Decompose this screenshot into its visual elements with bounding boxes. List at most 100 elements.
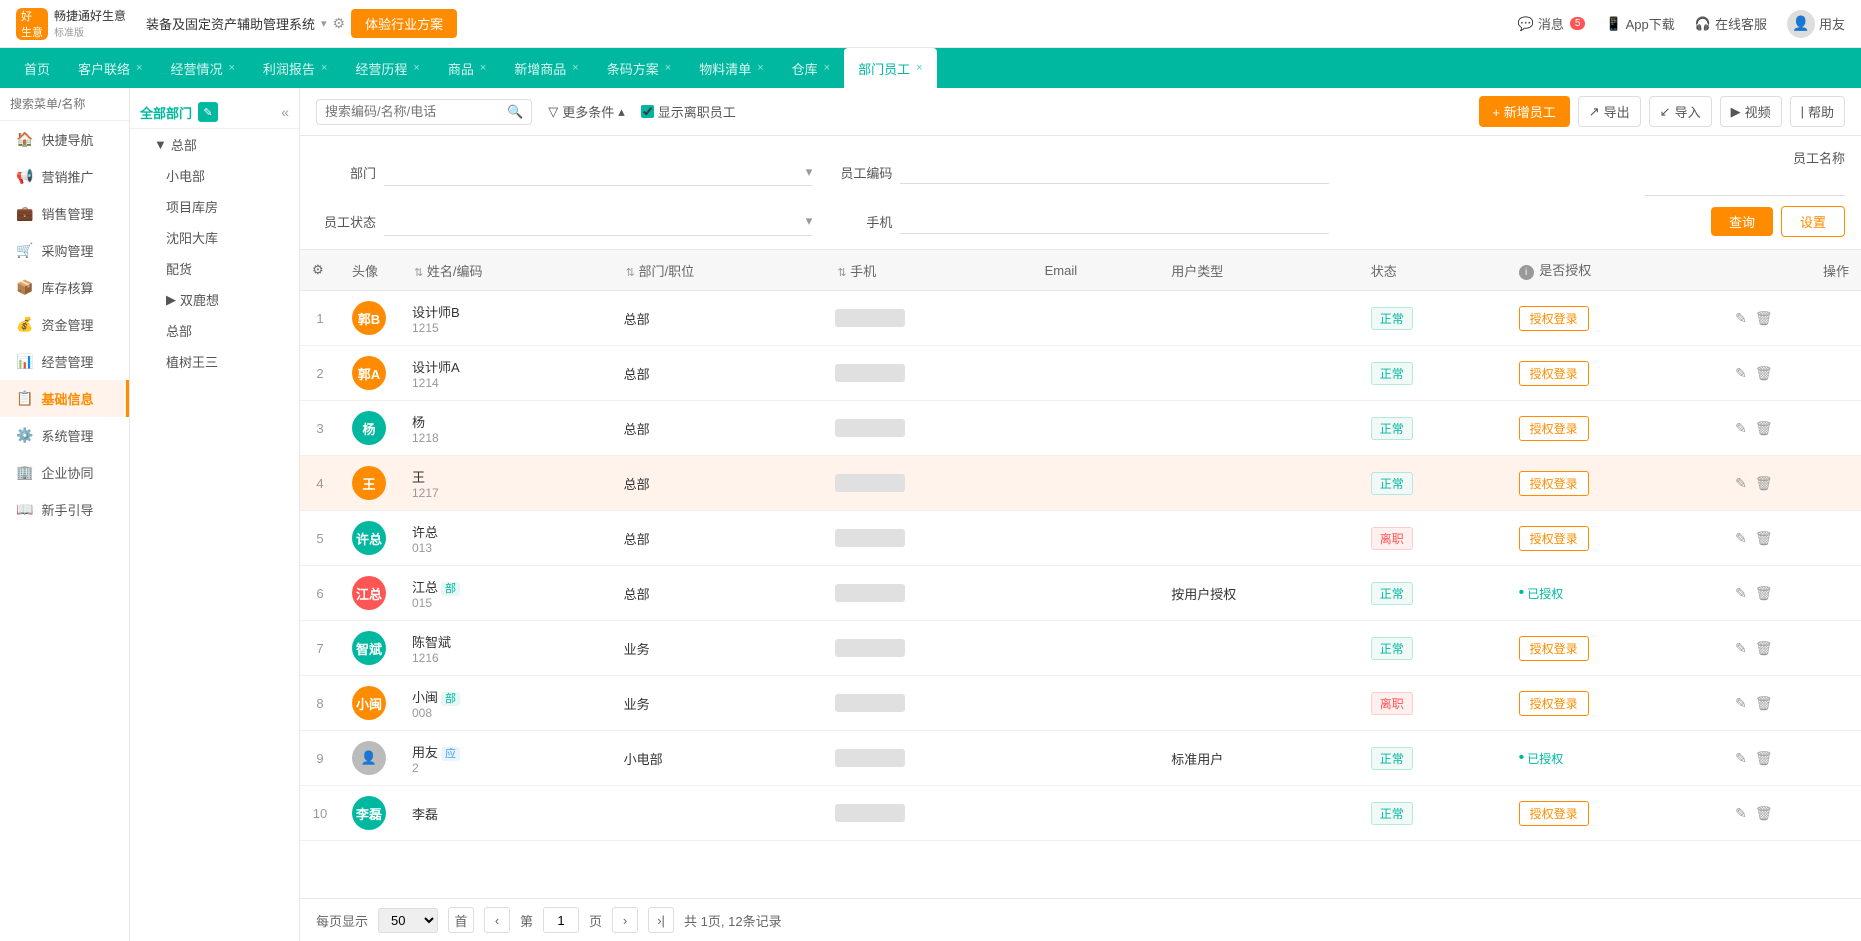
auth-button[interactable]: 授权登录 [1519,361,1589,386]
col-name[interactable]: ⇅ 姓名/编码 [400,250,612,291]
empcode-filter-input[interactable] [900,160,1328,184]
dept-dropdown-icon[interactable]: ▾ [806,164,813,180]
edit-icon[interactable]: ✎ [1735,640,1747,657]
tab-bom[interactable]: 物料清单× [685,48,777,88]
sidebar-item-finance[interactable]: 💰 资金管理 [0,306,129,343]
gear-icon[interactable]: ⚙ [333,15,346,32]
edit-icon[interactable]: ✎ [1735,695,1747,712]
page-size-select[interactable]: 50 100 200 [378,908,438,933]
auth-button[interactable]: 授权登录 [1519,526,1589,551]
sidebar-item-purchase[interactable]: 🛒 采购管理 [0,232,129,269]
user-item[interactable]: 👤 用友 [1787,10,1845,38]
settings-icon[interactable]: ⚙ [312,262,324,277]
close-icon[interactable]: × [665,62,671,74]
tab-home[interactable]: 首页 [10,48,64,88]
last-page-button[interactable]: ›| [648,907,674,933]
edit-icon[interactable]: ✎ [1735,420,1747,437]
delete-icon[interactable]: 🗑 [1755,365,1773,382]
more-button[interactable]: | 帮助 [1790,96,1845,127]
delete-icon[interactable]: 🗑 [1755,805,1773,822]
phone-filter-input[interactable] [900,210,1328,234]
delete-icon[interactable]: 🗑 [1755,530,1773,547]
trial-button[interactable]: 体验行业方案 [351,9,457,38]
add-employee-button[interactable]: + 新增员工 [1479,96,1570,127]
close-icon[interactable]: × [572,62,578,74]
dept-node-zongbu[interactable]: 总部 [130,315,299,346]
show-resigned-label[interactable]: 显示离职员工 [641,102,736,121]
close-icon[interactable]: × [413,62,419,74]
sidebar-item-inventory[interactable]: 📦 库存核算 [0,269,129,306]
dept-edit-icon[interactable]: ✎ [198,102,218,122]
tab-warehouse[interactable]: 仓库× [778,48,844,88]
delete-icon[interactable]: 🗑 [1755,475,1773,492]
status-filter-input[interactable] [384,210,806,233]
tab-customer[interactable]: 客户联络× [64,48,156,88]
delete-icon[interactable]: 🗑 [1755,695,1773,712]
tab-operations[interactable]: 经营情况× [156,48,248,88]
sidebar-item-ops[interactable]: 📊 经营管理 [0,343,129,380]
close-icon[interactable]: × [916,62,922,74]
tab-profit[interactable]: 利润报告× [249,48,341,88]
sidebar-item-sales[interactable]: 💼 销售管理 [0,195,129,232]
edit-icon[interactable]: ✎ [1735,805,1747,822]
close-icon[interactable]: × [757,62,763,74]
delete-icon[interactable]: 🗑 [1755,750,1773,767]
dept-node-shuanglu[interactable]: ▶ 双鹿想 [130,284,299,315]
prev-page-button[interactable]: ‹ [484,907,510,933]
auth-button[interactable]: 授权登录 [1519,801,1589,826]
auth-button[interactable]: 授权登录 [1519,636,1589,661]
search-input[interactable] [325,104,501,119]
show-resigned-checkbox[interactable] [641,105,654,118]
filter-btn[interactable]: ▽ 更多条件 ▴ [540,98,633,125]
tab-barcode[interactable]: 条码方案× [593,48,685,88]
dept-node-headquarters[interactable]: ▼ 总部 [130,129,299,160]
next-page-button[interactable]: › [612,907,638,933]
set-button[interactable]: 设置 [1781,206,1845,237]
tab-add-goods[interactable]: 新增商品× [500,48,592,88]
edit-icon[interactable]: ✎ [1735,365,1747,382]
query-button[interactable]: 查询 [1711,207,1773,236]
sidebar-item-marketing[interactable]: 📢 营销推广 [0,158,129,195]
export-button[interactable]: ↗ 导出 [1578,96,1641,127]
close-icon[interactable]: × [824,62,830,74]
delete-icon[interactable]: 🗑 [1755,310,1773,327]
close-icon[interactable]: × [136,62,142,74]
app-download-item[interactable]: 📱 App下载 [1605,14,1674,33]
empname-filter-input[interactable] [1645,172,1845,196]
import-button[interactable]: ↙ 导入 [1649,96,1712,127]
sys-title-arrow[interactable]: ▾ [321,17,327,30]
delete-icon[interactable]: 🗑 [1755,585,1773,602]
close-icon[interactable]: × [480,62,486,74]
auth-button[interactable]: 授权登录 [1519,691,1589,716]
dept-filter-input[interactable] [384,160,806,183]
edit-icon[interactable]: ✎ [1735,530,1747,547]
col-dept[interactable]: ⇅ 部门/职位 [612,250,824,291]
edit-icon[interactable]: ✎ [1735,585,1747,602]
edit-icon[interactable]: ✎ [1735,310,1747,327]
tab-history[interactable]: 经营历程× [341,48,433,88]
dept-node-zhishu[interactable]: 植树王三 [130,346,299,377]
sidebar-item-guide[interactable]: 📖 新手引导 [0,491,129,528]
dept-node-peihuo[interactable]: 配货 [130,253,299,284]
sidebar-item-quicknav[interactable]: 🏠 快捷导航 [0,121,129,158]
dept-node-shenyang[interactable]: 沈阳大库 [130,222,299,253]
close-icon[interactable]: × [228,62,234,74]
page-number-input[interactable] [543,907,579,933]
dept-all-label[interactable]: 全部部门 [140,103,192,122]
tab-goods[interactable]: 商品× [434,48,500,88]
col-phone[interactable]: ⇅ 手机 [823,250,1032,291]
edit-icon[interactable]: ✎ [1735,475,1747,492]
sidebar-item-system[interactable]: ⚙️ 系统管理 [0,417,129,454]
delete-icon[interactable]: 🗑 [1755,420,1773,437]
edit-icon[interactable]: ✎ [1735,750,1747,767]
sidebar-item-corp[interactable]: 🏢 企业协同 [0,454,129,491]
view-button[interactable]: ▶ 视频 [1720,96,1782,127]
dept-collapse-icon[interactable]: « [281,104,289,120]
sidebar-item-basic[interactable]: 📋 基础信息 [0,380,129,417]
auth-button[interactable]: 授权登录 [1519,306,1589,331]
search-input[interactable] [10,97,130,111]
close-icon[interactable]: × [321,62,327,74]
dept-node-xiaodian[interactable]: 小电部 [130,160,299,191]
first-page-button[interactable]: 首 [448,907,474,933]
support-item[interactable]: 🎧 在线客服 [1695,14,1767,33]
